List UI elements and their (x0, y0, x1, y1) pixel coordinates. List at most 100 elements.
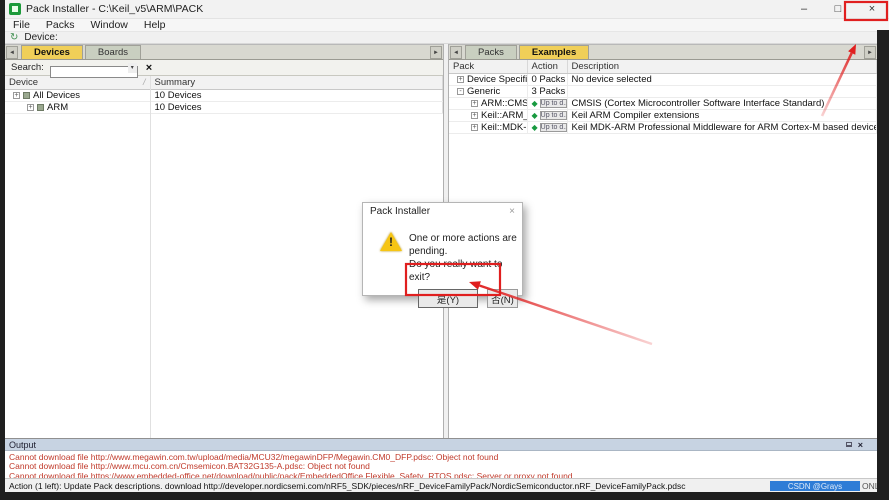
tab-scroll-right-icon[interactable]: ► (864, 46, 876, 59)
menu-file[interactable]: File (5, 19, 38, 31)
device-row[interactable]: + All Devices 10 Devices (5, 89, 443, 102)
device-column-header[interactable]: Device / (5, 76, 151, 90)
status-action-text: Action (1 left): Update Pack description… (9, 480, 686, 491)
expander-icon[interactable]: + (13, 91, 20, 99)
app-icon (9, 3, 21, 15)
tab-packs[interactable]: Packs (465, 45, 517, 59)
up-to-date-icon: ◆ (531, 110, 538, 120)
dialog-title: Pack Installer (370, 206, 431, 217)
device-name: All Devices (33, 90, 80, 101)
tab-scroll-left-icon[interactable]: ◄ (6, 46, 18, 59)
pack-name: Generic (467, 86, 501, 97)
output-title: Output (9, 439, 37, 450)
pack-description: Keil MDK-ARM Professional Middleware for… (567, 121, 877, 134)
toolbar: ↻ Device: (5, 32, 889, 44)
tab-devices[interactable]: Devices (21, 45, 83, 59)
tab-scroll-left-icon[interactable]: ◄ (450, 46, 462, 59)
column-divider (150, 76, 151, 438)
dialog-message-line2: Do you really want to exit? (409, 259, 503, 283)
search-label: Search: (11, 62, 44, 73)
summary-header-label: Summary (154, 77, 196, 88)
action-header-label: Action (531, 61, 558, 72)
device-label: Device: (24, 32, 58, 43)
description-column-header[interactable]: Description (567, 60, 877, 74)
pack-header-label: Pack (453, 61, 475, 72)
pack-row[interactable]: +ARM::CMSIS ◆Up to d... CMSIS (Cortex Mi… (449, 97, 877, 110)
output-error-line: Cannot download file http://www.megawin.… (9, 453, 499, 462)
devices-tabstrip: ◄ Devices Boards ► (5, 45, 443, 60)
maximize-button[interactable]: □ (821, 0, 855, 18)
search-clear-icon[interactable]: × (146, 62, 152, 73)
warning-icon: ! (380, 232, 402, 251)
up-to-date-icon: ◆ (531, 122, 538, 132)
screenshot-edge (0, 0, 5, 500)
pack-description (567, 85, 877, 98)
device-summary: 10 Devices (150, 101, 443, 114)
dialog-title-bar: Pack Installer × (363, 203, 522, 220)
pack-row[interactable]: +Keil::ARM_Comp... ◆Up to d... Keil ARM … (449, 109, 877, 122)
device-row[interactable]: + ARM 10 Devices (5, 101, 443, 114)
expander-icon[interactable]: - (457, 87, 464, 95)
pack-name: ARM::CMSIS (481, 98, 526, 109)
refresh-icon[interactable]: ↻ (10, 32, 18, 43)
up-to-date-icon: ◆ (531, 98, 538, 108)
pack-action: 0 Packs (527, 73, 568, 86)
output-panel: Output × Cannot download file http://www… (5, 438, 877, 480)
up-to-date-button[interactable]: Up to d... (539, 122, 566, 132)
device-summary: 10 Devices (150, 89, 443, 102)
pack-row[interactable]: + Device Specific 0 Packs No device selec… (449, 73, 877, 86)
expander-icon[interactable]: + (27, 103, 34, 111)
screenshot-edge (877, 30, 889, 500)
up-to-date-button[interactable]: Up to d... (539, 110, 566, 120)
device-header-label: Device (9, 77, 39, 88)
menu-help[interactable]: Help (136, 19, 174, 31)
pack-description: Keil ARM Compiler extensions (567, 109, 877, 122)
search-input[interactable] (49, 65, 138, 78)
pack-column-header[interactable]: Pack (449, 60, 528, 74)
pack-row[interactable]: - Generic 3 Packs (449, 85, 877, 98)
window-title: Pack Installer - C:\Keil_v5\ARM\PACK (26, 3, 204, 15)
expander-icon[interactable]: + (471, 111, 478, 119)
pack-name: Keil::MDK-Middl... (481, 122, 527, 133)
output-caption: Output × (5, 439, 877, 451)
expander-icon[interactable]: + (471, 123, 478, 131)
expander-icon[interactable]: + (471, 99, 478, 107)
minimize-icon: – (800, 3, 808, 15)
summary-column-header[interactable]: Summary (150, 76, 443, 90)
exit-confirm-dialog: Pack Installer × ! One or more actions a… (362, 202, 523, 308)
device-icon (37, 103, 44, 111)
device-name: ARM (47, 102, 69, 113)
expander-icon[interactable]: + (457, 75, 464, 83)
no-button[interactable]: 否(N) (487, 289, 518, 308)
watermark: CSDN @Grays (787, 481, 843, 491)
tab-scroll-right-icon[interactable]: ► (430, 46, 442, 59)
action-column-header[interactable]: Action (527, 60, 568, 74)
pack-name: Device Specific (467, 74, 527, 85)
tab-boards[interactable]: Boards (84, 45, 142, 59)
search-row: Search: ▾ × (5, 60, 443, 78)
menu-bar: File Packs Window Help (5, 19, 889, 32)
minimize-button[interactable]: – (787, 0, 821, 18)
menu-window[interactable]: Window (83, 19, 136, 31)
status-bar: Action (1 left): Update Pack description… (5, 478, 889, 492)
device-icon (23, 91, 30, 99)
up-to-date-button[interactable]: Up to d... (539, 98, 566, 108)
screenshot-edge (0, 492, 889, 500)
tab-examples[interactable]: Examples (518, 45, 590, 59)
output-close-icon[interactable]: × (858, 440, 863, 449)
close-icon: × (868, 3, 876, 15)
dialog-message: One or more actions are pending. Do you … (409, 232, 522, 284)
pack-description: CMSIS (Cortex Microcontroller Software I… (567, 97, 877, 110)
pack-row[interactable]: +Keil::MDK-Middl... ◆Up to d... Keil MDK… (449, 121, 877, 134)
menu-packs[interactable]: Packs (38, 19, 83, 31)
pack-description: No device selected (567, 73, 877, 86)
description-header-label: Description (571, 61, 620, 72)
warning-exclamation: ! (389, 235, 393, 249)
dialog-close-icon[interactable]: × (509, 206, 515, 217)
close-button[interactable]: × (855, 0, 889, 18)
pin-icon[interactable] (845, 442, 852, 447)
pack-action: 3 Packs (527, 85, 568, 98)
yes-button[interactable]: 是(Y) (418, 289, 478, 308)
maximize-icon: □ (834, 3, 842, 15)
search-dropdown-icon[interactable]: ▾ (127, 62, 137, 73)
